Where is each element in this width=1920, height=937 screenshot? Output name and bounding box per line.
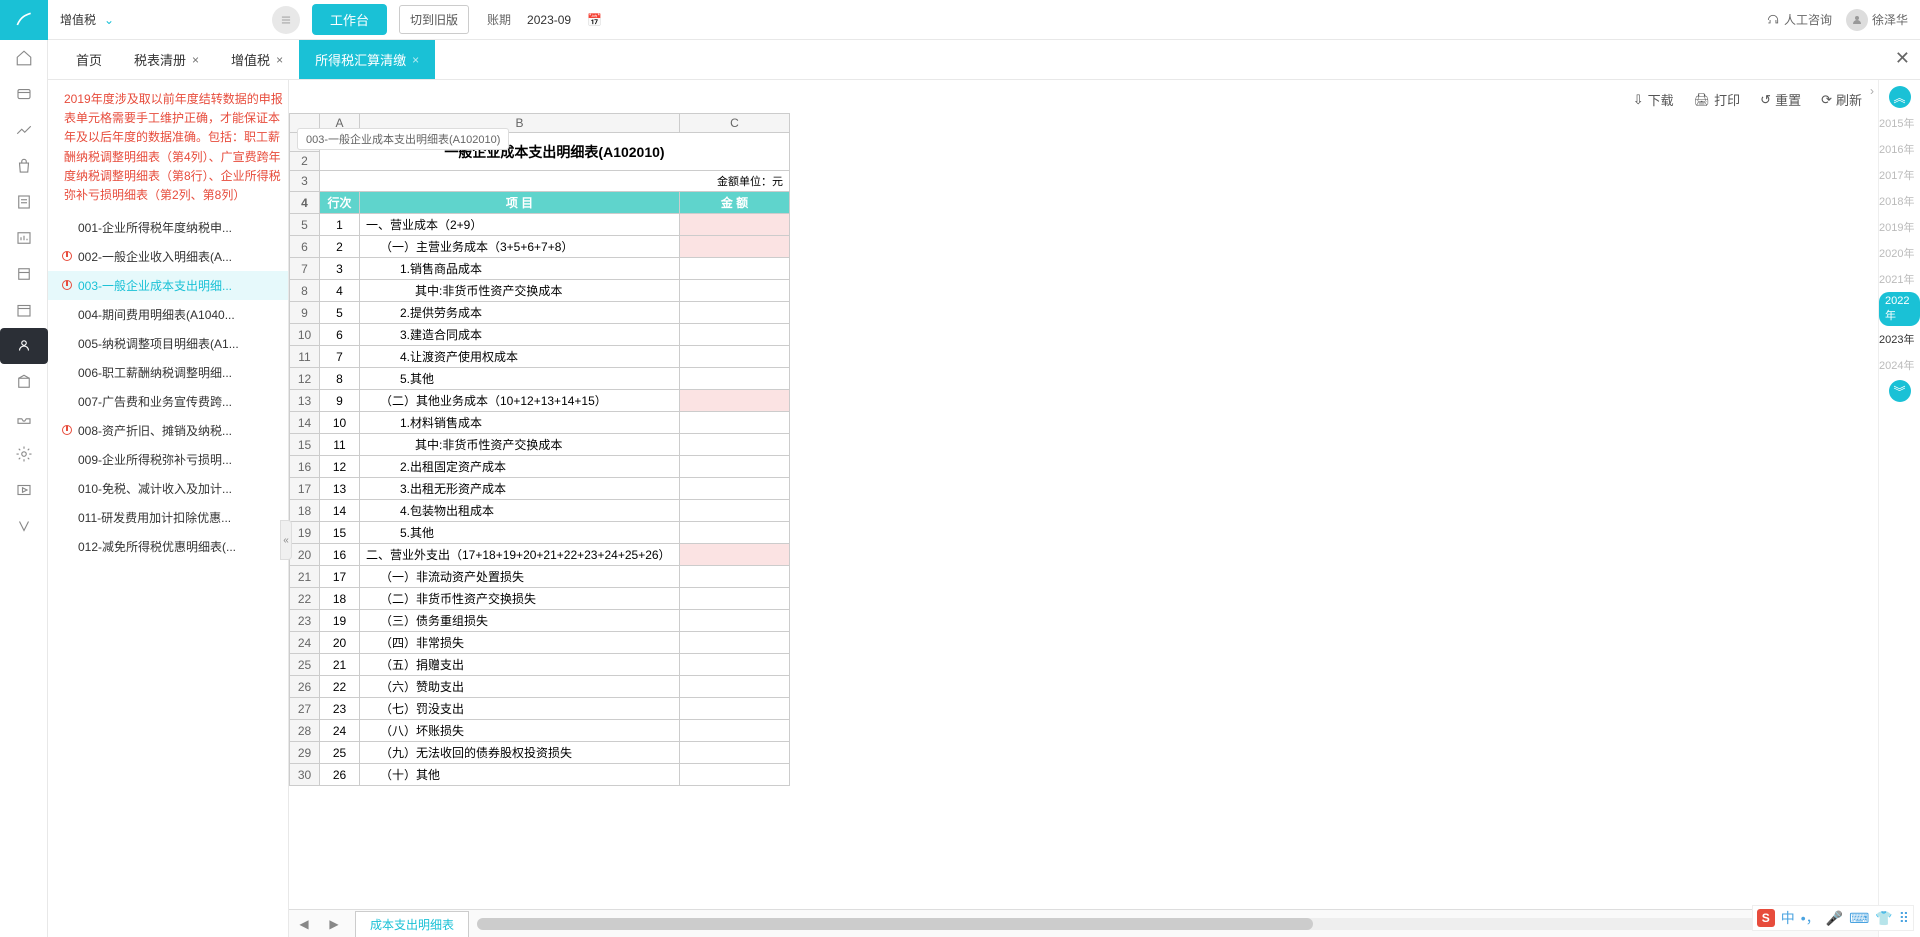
year-2016年[interactable]: 2016年 <box>1879 136 1920 162</box>
nav-calendar-icon[interactable] <box>0 292 48 328</box>
spreadsheet[interactable]: ABC1一般企业成本支出明细表(A102010)23金额单位：元4行次项 目金 … <box>289 113 790 786</box>
tab-2[interactable]: 增值税× <box>215 40 299 79</box>
form-item-7[interactable]: 008-资产折旧、摊销及纳税... <box>48 416 288 445</box>
download-icon: ⇩ <box>1633 92 1644 108</box>
year-2019年[interactable]: 2019年 <box>1879 214 1920 240</box>
collapse-form-list-handle[interactable]: « <box>280 520 292 560</box>
menu-circle-button[interactable] <box>272 6 300 34</box>
tab-bar: 首页税表清册×增值税×所得税汇算清缴× ✕ <box>48 40 1920 80</box>
warning-dot-icon <box>62 251 72 261</box>
form-item-11[interactable]: 012-减免所得税优惠明细表(... <box>48 532 288 561</box>
company-name: 增值税 <box>60 11 96 28</box>
avatar-icon <box>1846 9 1868 31</box>
ime-badge: S <box>1757 909 1775 927</box>
print-button[interactable]: 🖨打印 <box>1694 90 1741 109</box>
ime-keyboard-icon[interactable]: ⌨ <box>1849 910 1869 927</box>
ime-grid-icon[interactable]: ⠿ <box>1899 910 1909 927</box>
reset-button[interactable]: ↺重置 <box>1760 90 1801 109</box>
ime-punct-icon[interactable]: •， <box>1801 908 1820 928</box>
year-2015年[interactable]: 2015年 <box>1879 110 1920 136</box>
nav-report-icon[interactable] <box>0 220 48 256</box>
horizontal-scrollbar[interactable] <box>477 918 1870 930</box>
form-item-3[interactable]: 004-期间费用明细表(A1040... <box>48 300 288 329</box>
ime-skin-icon[interactable]: 👕 <box>1875 910 1892 927</box>
warning-dot-icon <box>62 425 72 435</box>
year-rail: ︽ 2015年2016年2017年2018年2019年2020年2021年202… <box>1878 80 1920 937</box>
sheet-toolbar: ⇩下载 🖨打印 ↺重置 ⟳刷新 <box>1633 90 1862 109</box>
nav-template-icon[interactable] <box>0 256 48 292</box>
download-button[interactable]: ⇩下载 <box>1633 90 1674 109</box>
warning-text: 2019年度涉及取以前年度结转数据的申报表单元格需要手工维护正确，才能保证本年及… <box>64 90 288 205</box>
sheet-nav-next-icon[interactable]: ▶ <box>329 917 338 931</box>
nav-card-icon[interactable] <box>0 76 48 112</box>
year-2024年[interactable]: 2024年 <box>1879 352 1920 378</box>
form-item-6[interactable]: 007-广告费和业务宣传费跨... <box>48 387 288 416</box>
nav-inbox-icon[interactable] <box>0 400 48 436</box>
old-version-button[interactable]: 切到旧版 <box>399 5 469 34</box>
nav-v-icon[interactable] <box>0 508 48 544</box>
warning-dot-icon <box>62 280 72 290</box>
refresh-button[interactable]: ⟳刷新 <box>1821 90 1862 109</box>
app-logo[interactable] <box>0 0 48 40</box>
year-scroll-down-icon[interactable]: ︾ <box>1889 380 1911 402</box>
reset-icon: ↺ <box>1760 92 1771 108</box>
period-value[interactable]: 2023-09 <box>527 13 571 27</box>
company-selector[interactable]: 增值税 ⌄ <box>60 11 260 28</box>
form-item-10[interactable]: 011-研发费用加计扣除优惠... <box>48 503 288 532</box>
close-all-tabs-icon[interactable]: ✕ <box>1895 48 1910 69</box>
headset-icon <box>1766 13 1780 27</box>
top-header: 增值税 ⌄ 工作台 切到旧版 账期 2023-09 📅 人工咨询 <box>48 0 1920 40</box>
workspace-button[interactable]: 工作台 <box>312 4 387 35</box>
form-item-5[interactable]: 006-职工薪酬纳税调整明细... <box>48 358 288 387</box>
nav-settings-icon[interactable] <box>0 436 48 472</box>
nav-tax-icon[interactable] <box>0 328 48 364</box>
expand-panel-icon[interactable]: › <box>1870 84 1874 98</box>
year-2022年[interactable]: 2022年 <box>1879 292 1920 326</box>
nav-box-icon[interactable] <box>0 364 48 400</box>
ime-mic-icon[interactable]: 🎤 <box>1826 910 1843 927</box>
chevron-down-icon: ⌄ <box>104 13 114 27</box>
period-label: 账期 <box>487 11 511 28</box>
support-link[interactable]: 人工咨询 <box>1766 11 1832 28</box>
ime-lang[interactable]: 中 <box>1781 908 1795 928</box>
tab-0[interactable]: 首页 <box>60 40 118 79</box>
form-list: 001-企业所得税年度纳税申...002-一般企业收入明细表(A...003-一… <box>48 209 288 565</box>
sheet-breadcrumb: 003-一般企业成本支出明细表(A102010) <box>297 128 509 150</box>
form-item-8[interactable]: 009-企业所得税弥补亏损明... <box>48 445 288 474</box>
nav-doc-icon[interactable] <box>0 184 48 220</box>
tab-close-icon[interactable]: × <box>412 53 419 67</box>
sheet-nav-prev-icon[interactable]: ◀ <box>299 917 308 931</box>
form-item-9[interactable]: 010-免税、减计收入及加计... <box>48 474 288 503</box>
refresh-icon: ⟳ <box>1821 92 1832 108</box>
form-item-0[interactable]: 001-企业所得税年度纳税申... <box>48 213 288 242</box>
year-scroll-up-icon[interactable]: ︽ <box>1889 86 1911 108</box>
year-2020年[interactable]: 2020年 <box>1879 240 1920 266</box>
sheet-footer: ◀ ▶ 成本支出明细表 <box>289 909 1878 937</box>
year-2021年[interactable]: 2021年 <box>1879 266 1920 292</box>
sheet-tab[interactable]: 成本支出明细表 <box>355 911 469 937</box>
calendar-icon[interactable]: 📅 <box>587 13 602 27</box>
year-2018年[interactable]: 2018年 <box>1879 188 1920 214</box>
tab-1[interactable]: 税表清册× <box>118 40 215 79</box>
nav-video-icon[interactable] <box>0 472 48 508</box>
tab-close-icon[interactable]: × <box>276 53 283 67</box>
form-item-1[interactable]: 002-一般企业收入明细表(A... <box>48 242 288 271</box>
year-2023年[interactable]: 2023年 <box>1879 326 1920 352</box>
tab-close-icon[interactable]: × <box>192 53 199 67</box>
nav-bag-icon[interactable] <box>0 148 48 184</box>
nav-home-icon[interactable] <box>0 40 48 76</box>
ime-toolbar[interactable]: S 中 •， 🎤 ⌨ 👕 ⠿ <box>1752 905 1914 931</box>
year-2017年[interactable]: 2017年 <box>1879 162 1920 188</box>
form-item-4[interactable]: 005-纳税调整项目明细表(A1... <box>48 329 288 358</box>
form-item-2[interactable]: 003-一般企业成本支出明细... <box>48 271 288 300</box>
icon-sidebar <box>0 0 48 937</box>
user-menu[interactable]: 徐泽华 <box>1846 9 1908 31</box>
tab-3[interactable]: 所得税汇算清缴× <box>299 40 435 79</box>
nav-chart-icon[interactable] <box>0 112 48 148</box>
print-icon: 🖨 <box>1694 92 1711 108</box>
